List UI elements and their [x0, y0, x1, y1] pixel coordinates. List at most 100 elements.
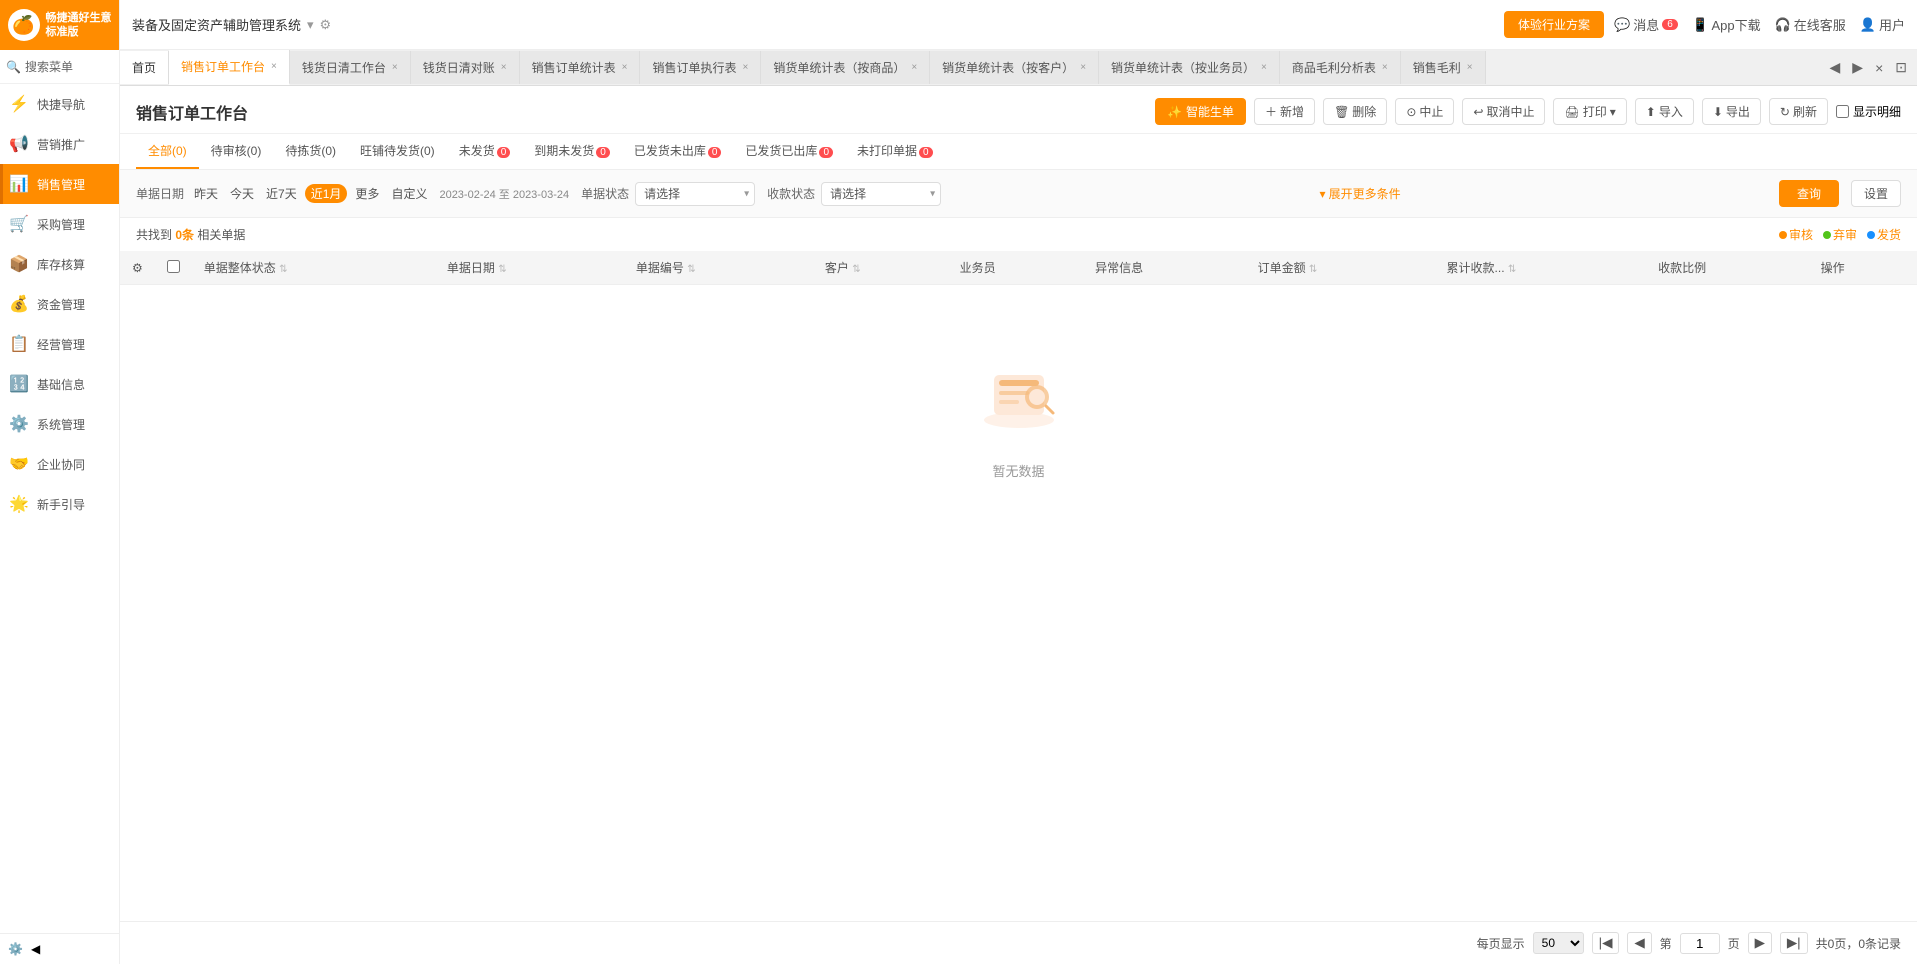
settings-button[interactable]: 设置 [1851, 180, 1901, 207]
tab-cash-reconcile[interactable]: 钱货日清对账 × [411, 51, 520, 84]
date-yesterday[interactable]: 昨天 [190, 183, 222, 204]
sidebar-item-basic[interactable]: 🔢 基础信息 [0, 364, 119, 404]
tab-cash-daily[interactable]: 钱货日清工作台 × [290, 51, 411, 84]
sidebar-item-system[interactable]: ⚙️ 系统管理 [0, 404, 119, 444]
th-settings[interactable]: ⚙ [120, 251, 155, 285]
tab-sales-by-product[interactable]: 销货单统计表（按商品） × [761, 51, 930, 84]
tab-nav-prev[interactable]: ◀ [1826, 57, 1845, 78]
tab-close-icon[interactable]: × [1080, 62, 1086, 73]
sort-number-icon[interactable]: ⇅ [687, 264, 695, 275]
refresh-button[interactable]: ↻ 刷新 [1769, 98, 1828, 125]
tab-close-icon[interactable]: × [1467, 62, 1473, 73]
tab-sales-by-salesman[interactable]: 销货单统计表（按业务员） × [1099, 51, 1280, 84]
sort-date-icon[interactable]: ⇅ [498, 264, 506, 275]
delete-button[interactable]: 🗑 删除 [1323, 98, 1387, 125]
tab-close-icon[interactable]: × [742, 62, 748, 73]
sidebar-item-finance[interactable]: 💰 资金管理 [0, 284, 119, 324]
tab-close-icon[interactable]: × [1382, 62, 1388, 73]
tab-close-all[interactable]: × [1871, 58, 1887, 78]
page-size-select[interactable]: 10 20 50 100 [1533, 932, 1584, 954]
review-dot [1779, 231, 1787, 239]
settings-icon[interactable]: ⚙️ [8, 942, 23, 956]
tab-close-icon[interactable]: × [911, 62, 917, 73]
date-1month[interactable]: 近1月 [305, 184, 348, 203]
smart-gen-button[interactable]: ✨ 智能生单 [1155, 98, 1246, 125]
user-action[interactable]: 👤 用户 [1860, 15, 1905, 34]
tab-nav-next[interactable]: ▶ [1848, 57, 1867, 78]
sidebar-item-inventory[interactable]: 📦 库存核算 [0, 244, 119, 284]
tab-close-icon[interactable]: × [501, 62, 507, 73]
review-action[interactable]: 审核 [1779, 226, 1813, 243]
tab-maximize[interactable]: ⊡ [1891, 57, 1911, 78]
tab-close-icon[interactable]: × [271, 61, 277, 72]
tab-sales-workbench[interactable]: 销售订单工作台 × [169, 50, 290, 85]
sort-customer-icon[interactable]: ⇅ [852, 264, 860, 275]
show-detail-checkbox[interactable] [1836, 105, 1849, 118]
filter-tab-shipped-out[interactable]: 已发货已出库0 [733, 134, 845, 169]
solution-button[interactable]: 体验行业方案 [1504, 11, 1604, 38]
filter-tab-unshipped[interactable]: 未发货0 [447, 134, 523, 169]
show-detail-label[interactable]: 显示明细 [1836, 103, 1901, 120]
tab-sales-by-customer[interactable]: 销货单统计表（按客户） × [930, 51, 1099, 84]
filter-tab-shipped-not-out[interactable]: 已发货未出库0 [622, 134, 734, 169]
export-button[interactable]: ⬇ 导出 [1702, 98, 1761, 125]
query-button[interactable]: 查询 [1779, 180, 1839, 207]
page-next-btn[interactable]: ▶ [1748, 932, 1772, 954]
sort-status-icon[interactable]: ⇅ [279, 264, 287, 275]
sidebar-item-sales[interactable]: 📊 销售管理 [0, 164, 119, 204]
tab-close-icon[interactable]: × [622, 62, 628, 73]
filter-tab-expired-unshipped[interactable]: 到期未发货0 [522, 134, 622, 169]
tab-gross-margin[interactable]: 商品毛利分析表 × [1280, 51, 1401, 84]
tab-close-icon[interactable]: × [1261, 62, 1267, 73]
select-all-checkbox[interactable] [167, 260, 180, 273]
empty-state: 暂无数据 [120, 285, 1917, 540]
filter-tab-pending-review[interactable]: 待审核(0) [199, 134, 274, 169]
sidebar-bottom: ⚙️ ◀ [0, 933, 119, 964]
dropdown-icon[interactable]: ▾ [307, 17, 314, 33]
sidebar-item-purchase[interactable]: 🛒 采购管理 [0, 204, 119, 244]
tab-home[interactable]: 首页 [120, 51, 169, 84]
app-download-action[interactable]: 📱 App下载 [1692, 15, 1760, 34]
payment-select[interactable]: 请选择 [821, 182, 941, 206]
page-first-btn[interactable]: |◀ [1592, 932, 1620, 954]
date-7days[interactable]: 近7天 [262, 183, 301, 204]
sort-amount-icon[interactable]: ⇅ [1309, 264, 1317, 275]
ship-action[interactable]: 发货 [1867, 226, 1901, 243]
sidebar-item-quick-nav[interactable]: ⚡ 快捷导航 [0, 84, 119, 124]
tab-sales-exec[interactable]: 销售订单执行表 × [640, 51, 761, 84]
sidebar-item-enterprise[interactable]: 🤝 企业协同 [0, 444, 119, 484]
filter-tab-pending-pick[interactable]: 待拣货(0) [273, 134, 348, 169]
date-custom[interactable]: 自定义 [387, 183, 431, 204]
page-prev-btn[interactable]: ◀ [1627, 932, 1651, 954]
filter-tab-unprinted[interactable]: 未打印单据0 [845, 134, 945, 169]
date-today[interactable]: 今天 [226, 183, 258, 204]
online-service-action[interactable]: 🎧 在线客服 [1775, 15, 1846, 34]
print-button[interactable]: 🖨 打印 ▾ [1553, 98, 1626, 125]
collapse-icon[interactable]: ◀ [31, 942, 40, 956]
status-select[interactable]: 请选择 [635, 182, 755, 206]
th-checkbox[interactable] [155, 251, 192, 285]
empty-icon [969, 345, 1069, 445]
status-select-wrapper: 请选择 [635, 182, 755, 206]
expand-conditions-btn[interactable]: ▾ 展开更多条件 [1320, 185, 1401, 202]
filter-tab-all[interactable]: 全部(0) [136, 134, 199, 169]
sidebar-item-marketing[interactable]: 📢 营销推广 [0, 124, 119, 164]
sidebar-item-newbie[interactable]: 🌟 新手引导 [0, 484, 119, 524]
tab-close-icon[interactable]: × [392, 62, 398, 73]
date-more[interactable]: 更多 [351, 183, 383, 204]
cancel-stop-button[interactable]: ↩ 取消中止 [1462, 98, 1545, 125]
add-button[interactable]: ＋ 新增 [1254, 98, 1315, 125]
stop-button[interactable]: ⊙ 中止 [1395, 98, 1454, 125]
import-button[interactable]: ⬆ 导入 [1635, 98, 1694, 125]
sidebar-search[interactable]: 🔍 搜索菜单 [0, 50, 119, 84]
filter-tab-wangpu-pending[interactable]: 旺铺待发货(0) [348, 134, 447, 169]
sidebar-item-operations[interactable]: 📋 经营管理 [0, 324, 119, 364]
page-last-btn[interactable]: ▶| [1780, 932, 1808, 954]
unreviewed-action[interactable]: 弃审 [1823, 226, 1857, 243]
sort-received-icon[interactable]: ⇅ [1508, 264, 1516, 275]
settings-topbar-icon[interactable]: ⚙ [320, 17, 332, 33]
tab-sales-gross[interactable]: 销售毛利 × [1401, 51, 1486, 84]
messages-action[interactable]: 💬 消息 6 [1614, 15, 1678, 34]
page-input[interactable] [1680, 933, 1720, 954]
tab-sales-stats[interactable]: 销售订单统计表 × [520, 51, 641, 84]
